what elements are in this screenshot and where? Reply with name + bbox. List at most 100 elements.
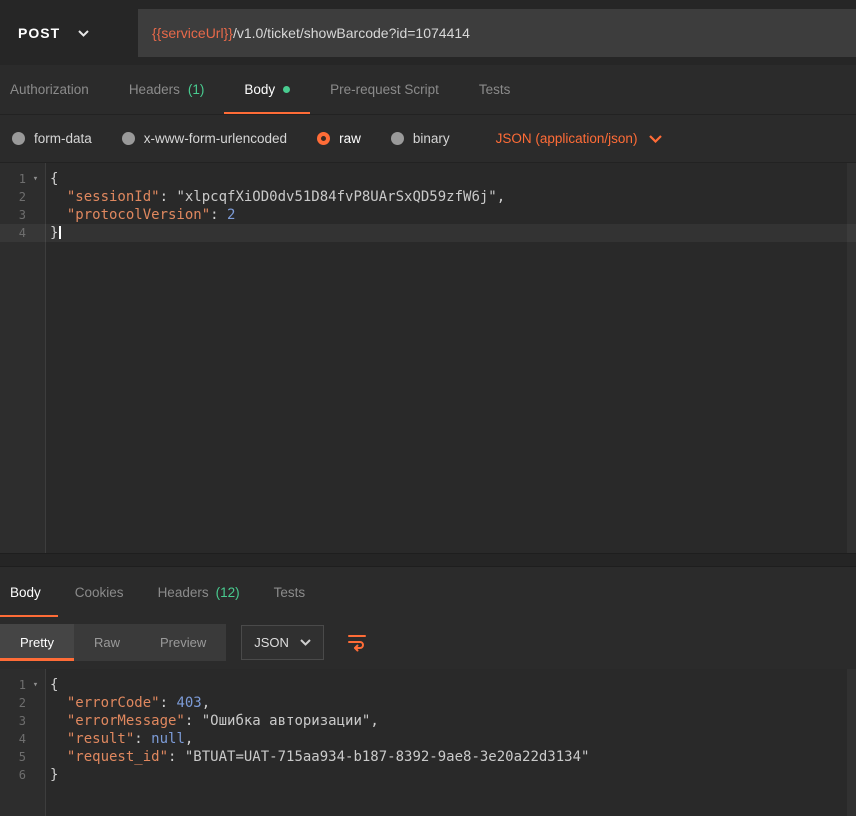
code-text: "sessionId": "xlpcqfXiOD0dv51D84fvP8UArS… bbox=[66, 189, 506, 205]
url-input[interactable]: {{serviceUrl}}/v1.0/ticket/showBarcode?i… bbox=[138, 9, 856, 57]
content-type-label: JSON (application/json) bbox=[495, 131, 638, 146]
code-text: "request_id": "BTUAT=UAT-715aa934-b187-8… bbox=[66, 749, 590, 765]
radio-label: form-data bbox=[34, 131, 92, 146]
radio-icon bbox=[12, 132, 25, 145]
line-number[interactable]: 6 bbox=[0, 766, 26, 784]
chevron-down-icon bbox=[78, 29, 89, 37]
code-line[interactable]: 2 "errorCode": 403, bbox=[0, 694, 856, 712]
radio-binary[interactable]: binary bbox=[390, 131, 450, 146]
request-body-editor[interactable]: 1 ▾ {2 "sessionId": "xlpcqfXiOD0dv51D84fvP… bbox=[0, 163, 856, 553]
tab-label: Tests bbox=[273, 584, 306, 600]
code-line[interactable]: 2 "sessionId": "xlpcqfXiOD0dv51D84fvP8UA… bbox=[0, 188, 856, 206]
response-tab-headers[interactable]: Headers (12) bbox=[141, 567, 257, 617]
line-number[interactable]: 1 bbox=[0, 676, 26, 694]
code-text: "errorMessage": "Ошибка авторизации", bbox=[66, 713, 379, 729]
radio-raw[interactable]: raw bbox=[317, 131, 361, 146]
code-line[interactable]: 1 ▾ { bbox=[0, 676, 856, 694]
headers-count-badge: (12) bbox=[215, 584, 240, 600]
body-type-row: form-data x-www-form-urlencoded raw bina… bbox=[0, 115, 856, 163]
fold-toggle-icon[interactable]: ▾ bbox=[26, 676, 45, 694]
green-status-dot-icon bbox=[283, 86, 291, 93]
tab-headers[interactable]: Headers (1) bbox=[109, 65, 225, 114]
radio-x-www-form-urlencoded[interactable]: x-www-form-urlencoded bbox=[121, 131, 288, 146]
line-number[interactable]: 1 bbox=[0, 170, 26, 188]
url-path: /v1.0/ticket/showBarcode?id=1074414 bbox=[232, 25, 470, 41]
response-format-selector[interactable]: JSON bbox=[241, 624, 324, 660]
code-line[interactable]: 4} bbox=[0, 224, 856, 242]
tab-label: Cookies bbox=[74, 584, 124, 600]
code-text: "errorCode": 403, bbox=[66, 695, 211, 711]
code-line[interactable]: 5 "request_id": "BTUAT=UAT-715aa934-b187… bbox=[0, 748, 856, 766]
view-mode-pretty[interactable]: Pretty bbox=[0, 623, 74, 661]
response-tabs: Body Cookies Headers (12) Tests bbox=[0, 567, 856, 617]
tab-authorization[interactable]: Authorization bbox=[10, 65, 109, 114]
radio-label: binary bbox=[412, 131, 450, 146]
segment-label: Preview bbox=[159, 634, 207, 650]
text-cursor bbox=[59, 226, 61, 239]
tab-label: Body bbox=[244, 82, 276, 97]
view-mode-segmented-control: Pretty Raw Preview bbox=[0, 623, 227, 661]
response-tab-cookies[interactable]: Cookies bbox=[58, 567, 141, 617]
radio-selected-icon bbox=[317, 132, 331, 145]
radio-icon bbox=[121, 132, 135, 145]
content-type-selector[interactable]: JSON (application/json) bbox=[496, 131, 663, 146]
radio-form-data[interactable]: form-data bbox=[12, 131, 92, 146]
line-number[interactable]: 3 bbox=[0, 712, 26, 730]
url-environment-variable: {{serviceUrl}} bbox=[152, 25, 233, 41]
spacer bbox=[0, 661, 856, 669]
view-mode-preview[interactable]: Preview bbox=[140, 624, 226, 661]
chevron-down-icon bbox=[300, 638, 311, 646]
section-divider bbox=[0, 553, 856, 567]
chevron-down-icon bbox=[649, 134, 663, 143]
line-number[interactable]: 4 bbox=[0, 224, 26, 242]
fold-toggle-icon[interactable]: ▾ bbox=[26, 170, 45, 188]
code-line[interactable]: 3 "protocolVersion": 2 bbox=[0, 206, 856, 224]
request-tabs: Authorization Headers (1) Body Pre-reque… bbox=[0, 65, 856, 115]
code-line[interactable]: 4 "result": null, bbox=[0, 730, 856, 748]
tab-label: Headers bbox=[128, 82, 180, 97]
radio-label: x-www-form-urlencoded bbox=[143, 131, 288, 146]
code-text: { bbox=[50, 677, 59, 693]
code-text: } bbox=[45, 224, 61, 242]
method-selector[interactable]: POST bbox=[0, 9, 138, 57]
code-line[interactable]: 6} bbox=[0, 766, 856, 784]
wrap-text-icon bbox=[347, 635, 366, 652]
response-tab-tests[interactable]: Tests bbox=[257, 567, 323, 617]
wrap-lines-button[interactable] bbox=[340, 625, 374, 659]
tab-label: Tests bbox=[478, 82, 511, 97]
segment-label: Pretty bbox=[20, 634, 54, 650]
tab-tests[interactable]: Tests bbox=[459, 65, 531, 114]
code-text: "result": null, bbox=[66, 731, 194, 747]
format-label: JSON bbox=[254, 634, 289, 650]
response-body-editor[interactable]: 1 ▾{2 "errorCode": 403, 3 "errorMessage": … bbox=[0, 669, 856, 816]
method-label: POST bbox=[18, 25, 61, 41]
response-tab-body[interactable]: Body bbox=[0, 567, 58, 617]
line-number[interactable]: 2 bbox=[0, 188, 26, 206]
line-number[interactable]: 5 bbox=[0, 748, 26, 766]
response-view-toolbar: Pretty Raw Preview JSON bbox=[0, 623, 856, 661]
line-number[interactable]: 4 bbox=[0, 730, 26, 748]
tab-label: Pre-request Script bbox=[330, 82, 439, 97]
code-text: } bbox=[50, 767, 59, 783]
line-number[interactable]: 3 bbox=[0, 206, 26, 224]
code-text: "protocolVersion": 2 bbox=[66, 207, 236, 223]
tab-pre-request-script[interactable]: Pre-request Script bbox=[310, 65, 459, 114]
tab-body[interactable]: Body bbox=[224, 65, 310, 114]
segment-label: Raw bbox=[93, 634, 120, 650]
radio-label: raw bbox=[339, 131, 361, 146]
line-number[interactable]: 2 bbox=[0, 694, 26, 712]
headers-count-badge: (1) bbox=[187, 82, 205, 97]
code-line[interactable]: 3 "errorMessage": "Ошибка авторизации", bbox=[0, 712, 856, 730]
tab-label: Body bbox=[10, 584, 41, 600]
tab-label: Authorization bbox=[10, 82, 89, 97]
code-line[interactable]: 1 ▾ { bbox=[0, 170, 856, 188]
view-mode-raw[interactable]: Raw bbox=[74, 624, 140, 661]
code-text: { bbox=[50, 171, 59, 187]
